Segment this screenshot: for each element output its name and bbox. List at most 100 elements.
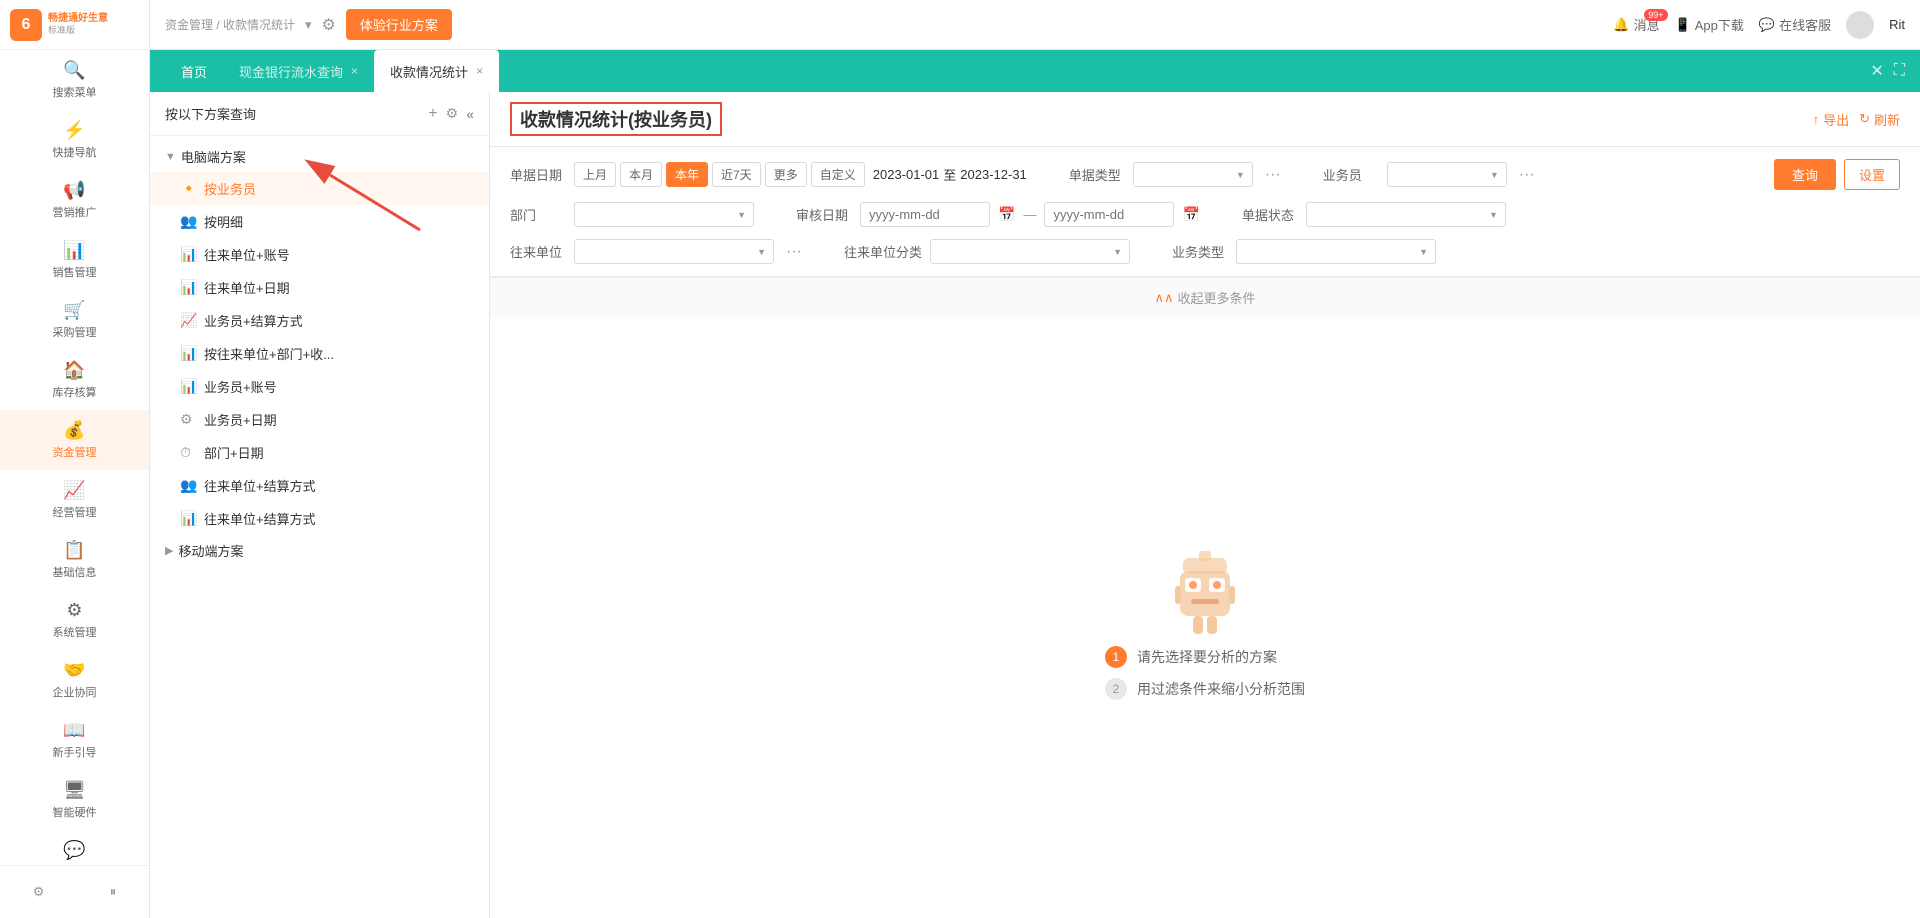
biz-type-select[interactable] [1236,239,1436,264]
sidebar-item-purchase[interactable]: 🛒 采购管理 [0,290,149,350]
sidebar-item-marketing[interactable]: 📢 营销推广 [0,170,149,230]
empty-illustration [1155,536,1255,646]
date-range: 2023-01-01 至 2023-12-31 [873,165,1027,184]
sidebar-item-sales[interactable]: 📊 销售管理 [0,230,149,290]
scheme-item-sales-date[interactable]: ⚙ 业务员+日期 [150,403,489,436]
breadcrumb: 资金管理 / 收款情况统计 [165,16,295,33]
sidebar-item-inventory[interactable]: 🏠 库存核算 [0,350,149,410]
scheme-item-partner-settlement1[interactable]: 👥 往来单位+结算方式 [150,469,489,502]
online-service-btn[interactable]: 💬 在线客服 [1759,15,1831,34]
doc-status-select[interactable] [1306,202,1506,227]
header-settings-icon[interactable]: ⚙ [322,15,336,35]
refresh-icon: ↻ [1859,111,1870,127]
sidebar-settings-btn[interactable]: ⚙ [25,876,53,908]
scheme-item-sales-account[interactable]: 📊 业务员+账号 [150,370,489,403]
partner-more-btn[interactable]: ··· [786,243,802,261]
scheme-item-partner-date[interactable]: 📊 往来单位+日期 [150,271,489,304]
desktop-group-toggle[interactable]: ▼ 电脑端方案 [150,141,489,172]
collab-icon: 🤝 [63,660,85,681]
biz-type-label: 业务类型 [1172,242,1228,261]
left-panel-title: 按以下方案查询 [165,104,256,123]
add-scheme-btn[interactable]: + [428,105,437,123]
date-btn-custom[interactable]: 自定义 [811,162,865,187]
user-avatar[interactable] [1846,11,1874,39]
date-btn-more[interactable]: 更多 [765,162,807,187]
step-text-2: 用过滤条件来缩小分析范围 [1137,679,1305,699]
partner-select[interactable] [574,239,774,264]
dept-select[interactable] [574,202,754,227]
tab-cashflow-close[interactable]: × [351,64,358,78]
salesperson-select[interactable] [1387,162,1507,187]
trial-button[interactable]: 体验行业方案 [346,9,452,40]
sidebar-item-quicknav[interactable]: ⚡ 快捷导航 [0,110,149,170]
type-select[interactable] [1133,162,1253,187]
scheme-item-partner-dept[interactable]: 📊 按往来单位+部门+收... [150,337,489,370]
partner-account-icon: 📊 [180,246,196,263]
collapse-label: 收起更多条件 [1178,288,1256,307]
partner-type-select[interactable] [930,239,1130,264]
scheme-item-detail[interactable]: 👥 按明细 [150,205,489,238]
hardware-icon: 🖥 [63,780,86,801]
review-date-to[interactable] [1044,202,1174,227]
review-date-from-cal[interactable]: 📅 [998,206,1015,223]
scheme-item-partner-settlement2[interactable]: 📊 往来单位+结算方式 [150,502,489,535]
scheme-item-sales-settlement[interactable]: 📈 业务员+结算方式 [150,304,489,337]
header-dropdown-icon[interactable]: ▾ [305,17,312,33]
review-date-to-cal[interactable]: 📅 [1182,206,1199,223]
notification-btn[interactable]: 🔔 消息 99+ [1613,15,1659,34]
tab-home[interactable]: 首页 [165,50,223,92]
partner-date-icon: 📊 [180,279,196,296]
scheme-item-partner-account[interactable]: 📊 往来单位+账号 [150,238,489,271]
tab-maximize-btn[interactable]: ⛶ [1894,62,1905,80]
date-btn-this-month[interactable]: 本月 [620,162,662,187]
sidebar-collapse-btn[interactable]: ⏸ [102,876,125,908]
sidebar-item-collab[interactable]: 🤝 企业协同 [0,650,149,710]
sidebar-item-guide[interactable]: 📖 新手引导 [0,710,149,770]
collapse-bar[interactable]: ∧∧ 收起更多条件 [490,277,1920,317]
filter-settings-btn[interactable]: 设置 [1844,159,1900,190]
tab-cashflow[interactable]: 现金银行流水查询 × [223,50,374,92]
date-btn-7days[interactable]: 近7天 [712,162,761,187]
sidebar-item-system[interactable]: ⚙ 系统管理 [0,590,149,650]
export-btn[interactable]: ↑ 导出 [1813,110,1850,129]
scheme-item-dept-date[interactable]: ⏱ 部门+日期 [150,436,489,469]
date-btn-this-year[interactable]: 本年 [666,162,708,187]
left-panel-actions: + ⚙ « [428,105,474,123]
marketing-icon: 📢 [63,180,85,201]
review-date-from[interactable] [860,202,990,227]
tab-close-all-btn[interactable]: ✕ [1870,61,1883,81]
export-icon: ↑ [1813,112,1820,127]
header-left: 资金管理 / 收款情况统计 ▾ ⚙ 体验行业方案 [165,9,452,40]
refresh-btn[interactable]: ↻ 刷新 [1859,110,1900,129]
app-download-btn[interactable]: 📱 App下载 [1675,15,1744,34]
page-header: 收款情况统计(按业务员) ↑ 导出 ↻ 刷新 [490,92,1920,147]
scheme-settings-btn[interactable]: ⚙ [446,105,459,122]
sidebar-item-finance[interactable]: 💰 资金管理 [0,410,149,470]
partner-dept-icon: 📊 [180,345,196,362]
date-label: 单据日期 [510,165,566,184]
filter-item-salesperson: 业务员 ··· [1323,162,1535,187]
type-more-btn[interactable]: ··· [1265,166,1281,184]
mobile-group-toggle[interactable]: ▶ 移动端方案 [150,535,489,566]
filter-item-review-date: 审核日期 📅 — 📅 [796,202,1200,227]
desktop-scheme-group: ▼ 电脑端方案 🔸 按业务员 👥 按明细 [150,141,489,535]
user-name[interactable]: Rit [1889,17,1905,32]
sidebar-item-search[interactable]: 🔍 搜索菜单 [0,50,149,110]
empty-step-2: 2 用过滤条件来缩小分析范围 [1105,678,1305,700]
basic-icon: 📋 [63,540,85,561]
sidebar-item-wechat[interactable]: 💬 企业微信 [0,830,149,865]
salesperson-more-btn[interactable]: ··· [1519,166,1535,184]
tab-receipt-stats[interactable]: 收款情况统计 × [374,50,499,92]
left-panel: 按以下方案查询 + ⚙ « ▼ 电脑端方案 [150,92,490,918]
step-num-1: 1 [1105,646,1127,668]
scheme-item-by-salesperson[interactable]: 🔸 按业务员 [150,172,489,205]
date-to: 2023-12-31 [960,167,1027,182]
query-btn[interactable]: 查询 [1774,159,1836,190]
collapse-panel-btn[interactable]: « [466,106,474,122]
sidebar-item-operation[interactable]: 📈 经营管理 [0,470,149,530]
sales-account-icon: 📊 [180,378,196,395]
date-btn-last-month[interactable]: 上月 [574,162,616,187]
tab-receipt-close[interactable]: × [476,64,483,78]
sidebar-item-hardware[interactable]: 🖥 智能硬件 [0,770,149,830]
sidebar-item-basic[interactable]: 📋 基础信息 [0,530,149,590]
